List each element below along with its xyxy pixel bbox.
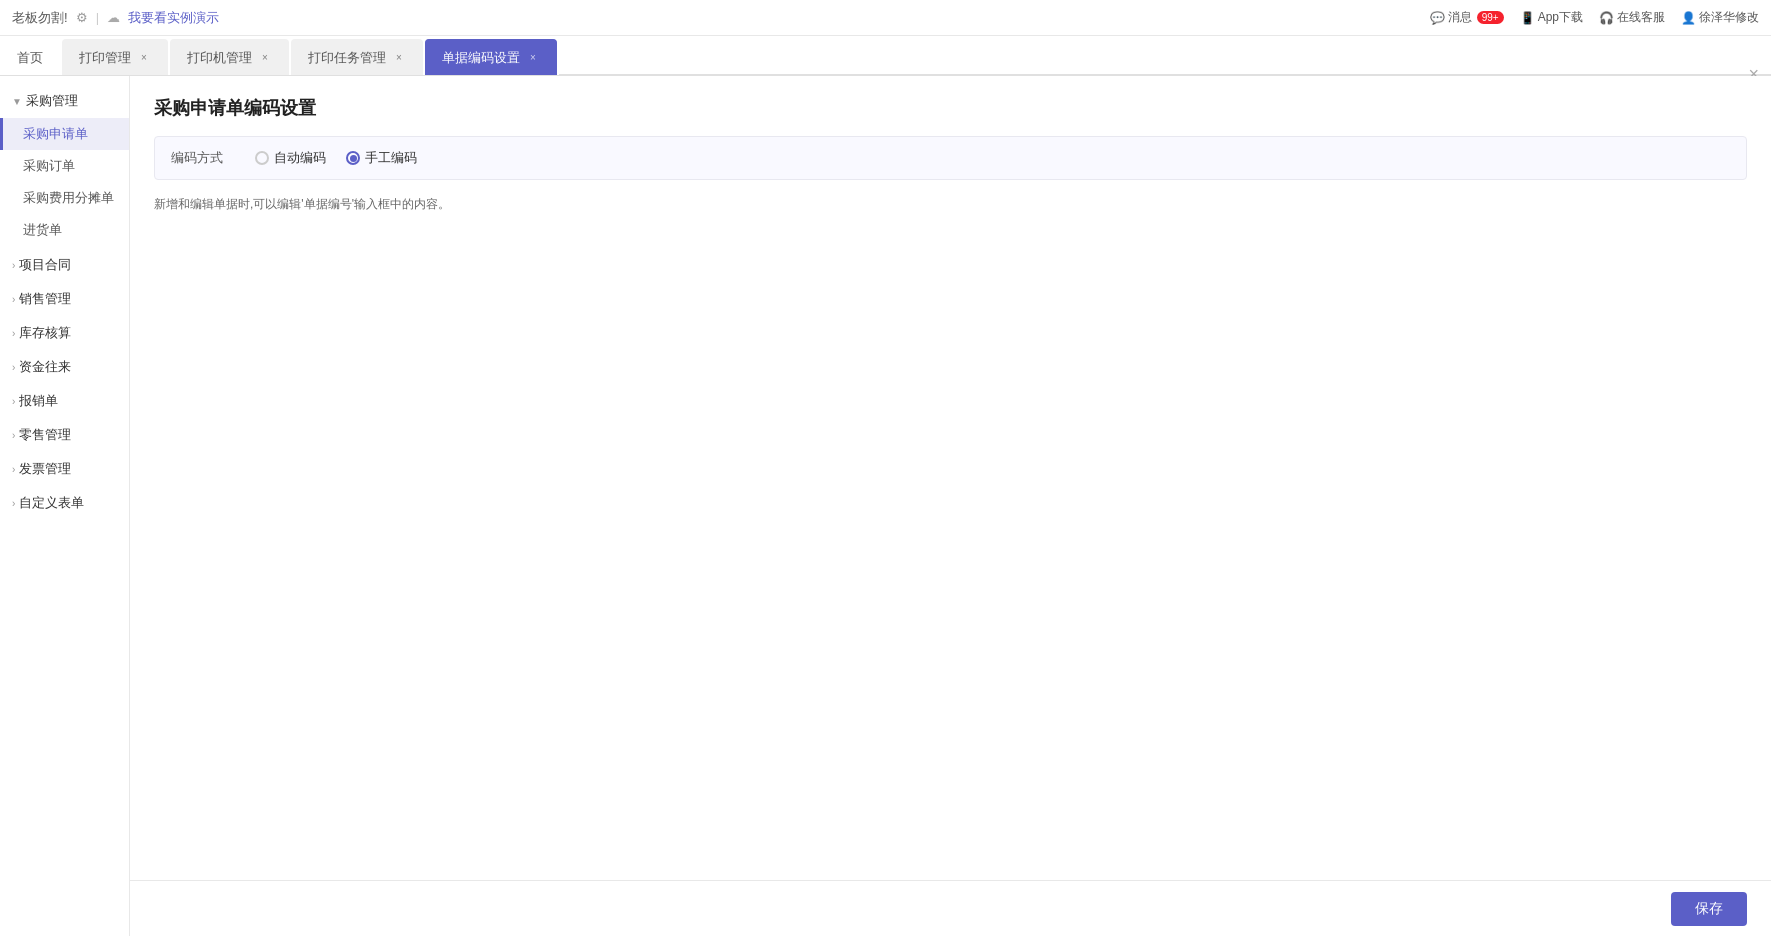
- sidebar: ▼ 采购管理 采购申请单 采购订单 采购费用分摊单 进货单 › 项目合同 › 销…: [0, 76, 130, 936]
- top-bar: 老板勿割! ⚙ | ☁ 我要看实例演示 💬 消息 99+ 📱 App下载 🎧 在…: [0, 0, 1771, 36]
- content-footer: 保存: [130, 880, 1771, 936]
- capital-label: 资金往来: [19, 358, 71, 376]
- purchase-expense-label: 采购费用分摊单: [23, 190, 114, 205]
- radio-group: 自动编码 手工编码: [255, 149, 417, 167]
- sales-label: 销售管理: [19, 290, 71, 308]
- tab-home-label: 首页: [17, 49, 43, 67]
- chat-icon: 💬: [1430, 11, 1445, 25]
- sidebar-group-project-contract[interactable]: › 项目合同: [0, 248, 129, 282]
- tab-print-mgmt-close[interactable]: ×: [137, 51, 151, 65]
- tab-bar: 首页 打印管理 × 打印机管理 × 打印任务管理 × 单据编码设置 × ×: [0, 36, 1771, 76]
- custom-form-label: 自定义表单: [19, 494, 84, 512]
- logo-text: 老板勿割!: [12, 9, 68, 27]
- auto-code-radio-circle[interactable]: [255, 151, 269, 165]
- sidebar-group-custom-form[interactable]: › 自定义表单: [0, 486, 129, 520]
- app-download-item[interactable]: 📱 App下载: [1520, 9, 1583, 26]
- retail-arrow-icon: ›: [12, 430, 15, 441]
- tab-printer-mgmt-close[interactable]: ×: [258, 51, 272, 65]
- purchase-order-label: 采购订单: [23, 158, 75, 173]
- tab-printer-mgmt-label: 打印机管理: [187, 49, 252, 67]
- main-content: 采购申请单编码设置 编码方式 自动编码 手工编码 新增和编辑单据时,可以编辑'单…: [130, 76, 1771, 936]
- purchase-group-label: 采购管理: [26, 92, 78, 110]
- capital-arrow-icon: ›: [12, 362, 15, 373]
- tab-print-mgmt-label: 打印管理: [79, 49, 131, 67]
- sidebar-group-inventory[interactable]: › 库存核算: [0, 316, 129, 350]
- purchase-request-label: 采购申请单: [23, 126, 88, 141]
- tab-print-task-label: 打印任务管理: [308, 49, 386, 67]
- manual-code-label: 手工编码: [365, 149, 417, 167]
- top-bar-left: 老板勿割! ⚙ | ☁ 我要看实例演示: [12, 9, 219, 27]
- invoice-label: 发票管理: [19, 460, 71, 478]
- page-title: 采购申请单编码设置: [154, 96, 1747, 120]
- sidebar-group-return[interactable]: › 报销单: [0, 384, 129, 418]
- custom-form-arrow-icon: ›: [12, 498, 15, 509]
- sidebar-item-stock-in[interactable]: 进货单: [0, 214, 129, 246]
- app-download-label: App下载: [1538, 9, 1583, 26]
- headphone-icon: 🎧: [1599, 11, 1614, 25]
- project-contract-arrow-icon: ›: [12, 260, 15, 271]
- return-arrow-icon: ›: [12, 396, 15, 407]
- user-item[interactable]: 👤 徐泽华修改: [1681, 9, 1759, 26]
- radio-manual-code[interactable]: 手工编码: [346, 149, 417, 167]
- sidebar-group-sales[interactable]: › 销售管理: [0, 282, 129, 316]
- return-label: 报销单: [19, 392, 58, 410]
- settings-icon[interactable]: ⚙: [76, 10, 88, 25]
- sidebar-group-capital[interactable]: › 资金往来: [0, 350, 129, 384]
- message-label: 消息: [1448, 9, 1472, 26]
- auto-code-label: 自动编码: [274, 149, 326, 167]
- service-label: 在线客服: [1617, 9, 1665, 26]
- service-item[interactable]: 🎧 在线客服: [1599, 9, 1665, 26]
- tab-single-code-label: 单据编码设置: [442, 49, 520, 67]
- save-button[interactable]: 保存: [1671, 892, 1747, 926]
- radio-auto-code[interactable]: 自动编码: [255, 149, 326, 167]
- sidebar-group-retail[interactable]: › 零售管理: [0, 418, 129, 452]
- main-layout: ▼ 采购管理 采购申请单 采购订单 采购费用分摊单 进货单 › 项目合同 › 销…: [0, 76, 1771, 936]
- tab-print-task-close[interactable]: ×: [392, 51, 406, 65]
- inventory-arrow-icon: ›: [12, 328, 15, 339]
- sidebar-group-invoice[interactable]: › 发票管理: [0, 452, 129, 486]
- inventory-label: 库存核算: [19, 324, 71, 342]
- sidebar-item-purchase-order[interactable]: 采购订单: [0, 150, 129, 182]
- sidebar-item-purchase-expense[interactable]: 采购费用分摊单: [0, 182, 129, 214]
- purchase-arrow-icon: ▼: [12, 96, 22, 107]
- hint-text: 新增和编辑单据时,可以编辑'单据编号'输入框中的内容。: [154, 196, 1747, 213]
- top-bar-right: 💬 消息 99+ 📱 App下载 🎧 在线客服 👤 徐泽华修改: [1430, 9, 1759, 26]
- app-icon: 📱: [1520, 11, 1535, 25]
- sidebar-item-purchase-request[interactable]: 采购申请单: [0, 118, 129, 150]
- sales-arrow-icon: ›: [12, 294, 15, 305]
- tab-print-mgmt[interactable]: 打印管理 ×: [62, 39, 168, 75]
- sidebar-group-purchase-title[interactable]: ▼ 采购管理: [0, 84, 129, 118]
- tab-single-code[interactable]: 单据编码设置 ×: [425, 39, 557, 75]
- manual-code-radio-circle[interactable]: [346, 151, 360, 165]
- project-contract-label: 项目合同: [19, 256, 71, 274]
- content-body: 采购申请单编码设置 编码方式 自动编码 手工编码 新增和编辑单据时,可以编辑'单…: [130, 76, 1771, 880]
- retail-label: 零售管理: [19, 426, 71, 444]
- tab-print-task[interactable]: 打印任务管理 ×: [291, 39, 423, 75]
- sidebar-group-purchase: ▼ 采购管理 采购申请单 采购订单 采购费用分摊单 进货单: [0, 84, 129, 246]
- tab-single-code-close[interactable]: ×: [526, 51, 540, 65]
- tab-printer-mgmt[interactable]: 打印机管理 ×: [170, 39, 289, 75]
- demo-link[interactable]: 我要看实例演示: [128, 9, 219, 27]
- cloud-icon: ☁: [107, 10, 120, 25]
- message-item[interactable]: 💬 消息 99+: [1430, 9, 1504, 26]
- invoice-arrow-icon: ›: [12, 464, 15, 475]
- encoding-label: 编码方式: [171, 149, 231, 167]
- encoding-section: 编码方式 自动编码 手工编码: [154, 136, 1747, 180]
- tab-home[interactable]: 首页: [0, 39, 60, 75]
- message-badge: 99+: [1477, 11, 1504, 24]
- user-name: 徐泽华修改: [1699, 9, 1759, 26]
- user-avatar-icon: 👤: [1681, 11, 1696, 25]
- stock-in-label: 进货单: [23, 222, 62, 237]
